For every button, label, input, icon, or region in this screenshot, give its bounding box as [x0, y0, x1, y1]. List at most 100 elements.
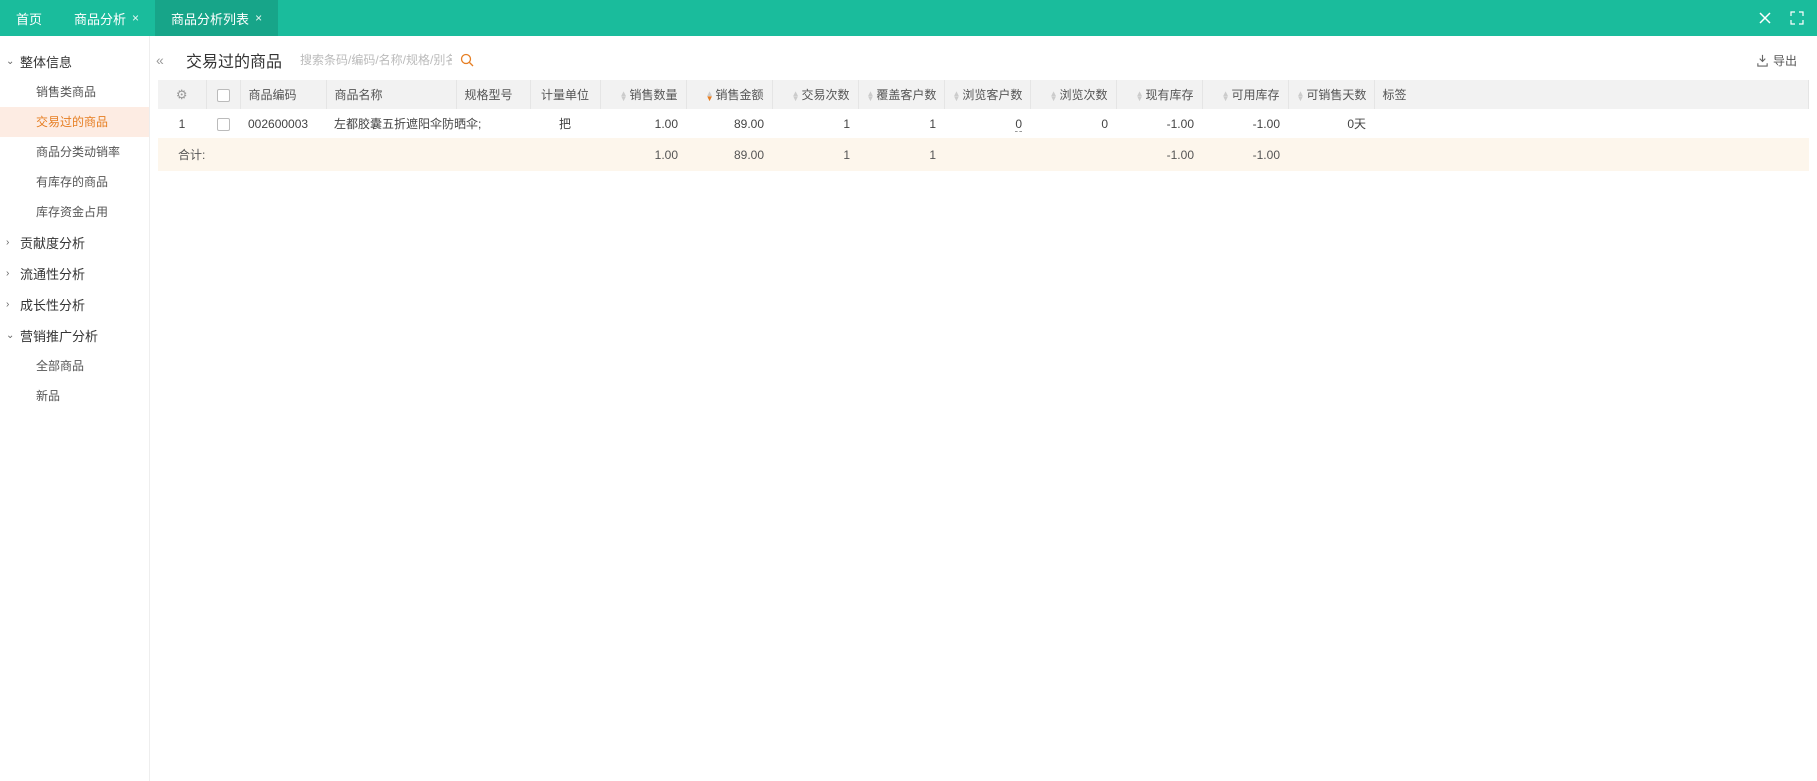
sort-icon[interactable]: ▲▼: [792, 91, 800, 101]
sort-icon[interactable]: ▲▼: [620, 91, 628, 101]
cell-tag: [1374, 109, 1809, 138]
totals-qty: 1.00: [600, 138, 686, 171]
totals-avail: -1.00: [1202, 138, 1288, 171]
tab-home[interactable]: 首页: [0, 0, 58, 36]
col-product-code[interactable]: 商品编码: [240, 80, 326, 109]
sort-icon[interactable]: ▲▼: [1297, 91, 1305, 101]
cell-stock: -1.00: [1116, 109, 1202, 138]
col-gear[interactable]: ⚙: [158, 80, 206, 109]
collapse-sidebar-icon[interactable]: «: [156, 52, 164, 68]
col-customers[interactable]: ▲▼覆盖客户数: [858, 80, 944, 109]
cell-amount: 89.00: [686, 109, 772, 138]
sidebar-group-label: 成长性分析: [20, 295, 85, 314]
totals-label: 合计:: [158, 138, 240, 171]
sidebar-item-sales-products[interactable]: 销售类商品: [0, 77, 149, 107]
sidebar-group-contribution[interactable]: › 贡献度分析: [0, 227, 149, 258]
col-tag[interactable]: 标签: [1374, 80, 1809, 109]
sidebar-item-new-products[interactable]: 新品: [0, 381, 149, 411]
export-icon: [1756, 54, 1769, 67]
chevron-right-icon: ›: [6, 299, 9, 310]
col-stock[interactable]: ▲▼现有库存: [1116, 80, 1202, 109]
cell-code: 002600003: [240, 109, 326, 138]
chevron-right-icon: ›: [6, 237, 9, 248]
search-input[interactable]: [296, 49, 476, 71]
tab-product-analysis[interactable]: 商品分析 ×: [58, 0, 155, 36]
sidebar-item-traded-products[interactable]: 交易过的商品: [0, 107, 149, 137]
sidebar-group-label: 流通性分析: [20, 264, 85, 283]
sort-icon[interactable]: ▲▼: [1050, 91, 1058, 101]
sidebar-item-all-products[interactable]: 全部商品: [0, 351, 149, 381]
page-title: 交易过的商品: [186, 48, 282, 72]
col-browse[interactable]: ▲▼浏览次数: [1030, 80, 1116, 109]
col-label: 商品名称: [335, 88, 383, 102]
totals-amount: 89.00: [686, 138, 772, 171]
page-header: 交易过的商品 导出: [150, 36, 1817, 80]
sort-icon[interactable]: ▲▼: [1222, 91, 1230, 101]
close-icon[interactable]: ×: [132, 11, 139, 25]
col-label: 浏览客户数: [962, 88, 1022, 102]
col-trades[interactable]: ▲▼交易次数: [772, 80, 858, 109]
col-qty[interactable]: ▲▼销售数量: [600, 80, 686, 109]
sort-icon[interactable]: ▲▼: [1136, 91, 1144, 101]
checkbox-row[interactable]: [217, 118, 230, 131]
main-content: « 交易过的商品 导出: [150, 36, 1817, 781]
col-days[interactable]: ▲▼可销售天数: [1288, 80, 1374, 109]
col-label: 计量单位: [541, 88, 589, 102]
search-wrap: [296, 49, 476, 71]
cell-trades: 1: [772, 109, 858, 138]
data-table: ⚙ 商品编码 商品名称 规格型号 计量单位 ▲▼销售数量 ▲▼销售金额 ▲▼交易…: [158, 80, 1809, 171]
sort-icon[interactable]: ▲▼: [867, 91, 875, 101]
totals-browse: [1030, 138, 1116, 171]
close-icon[interactable]: ×: [255, 11, 262, 25]
cell-browse-cust-value: 0: [1015, 117, 1022, 132]
col-label: 可销售天数: [1306, 88, 1366, 102]
sidebar-group-overview[interactable]: ⌄ 整体信息: [0, 46, 149, 77]
table-row[interactable]: 1 002600003 左都胶囊五折遮阳伞防晒伞; 把 1.00 89.00 1…: [158, 109, 1809, 138]
col-label: 商品编码: [249, 88, 297, 102]
col-label: 浏览次数: [1059, 88, 1107, 102]
totals-stock: -1.00: [1116, 138, 1202, 171]
sidebar-group-marketing[interactable]: ⌄ 营销推广分析: [0, 320, 149, 351]
sidebar-group-label: 营销推广分析: [20, 326, 98, 345]
cell-checkbox[interactable]: [206, 109, 240, 138]
tabs-bar: 首页 商品分析 × 商品分析列表 ×: [0, 0, 1817, 36]
cell-name: 左都胶囊五折遮阳伞防晒伞;: [326, 109, 456, 138]
col-unit[interactable]: 计量单位: [530, 80, 600, 109]
sidebar-item-stock-capital[interactable]: 库存资金占用: [0, 197, 149, 227]
cell-days: 0天: [1288, 109, 1374, 138]
checkbox-all[interactable]: [217, 89, 230, 102]
search-icon[interactable]: [460, 53, 474, 67]
tabs-right-controls: [1755, 0, 1817, 36]
sidebar-group-circulation[interactable]: › 流通性分析: [0, 258, 149, 289]
sort-icon[interactable]: ▲▼: [953, 91, 961, 101]
sidebar-group-label: 整体信息: [20, 52, 72, 71]
col-label: 覆盖客户数: [876, 88, 936, 102]
chevron-right-icon: ›: [6, 268, 9, 279]
cell-unit: 把: [530, 109, 600, 138]
totals-row: 合计: 1.00 89.00 1 1 -1.00 -1.00: [158, 138, 1809, 171]
totals-browse-cust: [944, 138, 1030, 171]
col-checkbox[interactable]: [206, 80, 240, 109]
col-product-name[interactable]: 商品名称: [326, 80, 456, 109]
fullscreen-icon[interactable]: [1787, 8, 1807, 28]
col-amount[interactable]: ▲▼销售金额: [686, 80, 772, 109]
close-all-icon[interactable]: [1755, 8, 1775, 28]
cell-browse-cust[interactable]: 0: [944, 109, 1030, 138]
col-label: 标签: [1383, 88, 1407, 102]
col-label: 交易次数: [801, 88, 849, 102]
cell-browse: 0: [1030, 109, 1116, 138]
col-label: 销售金额: [715, 88, 763, 102]
col-spec[interactable]: 规格型号: [456, 80, 530, 109]
tab-label: 商品分析列表: [171, 9, 249, 28]
sidebar-group-growth[interactable]: › 成长性分析: [0, 289, 149, 320]
sort-icon[interactable]: ▲▼: [706, 91, 714, 101]
export-button[interactable]: 导出: [1756, 52, 1797, 69]
gear-icon[interactable]: ⚙: [176, 87, 188, 102]
sidebar-item-category-rate[interactable]: 商品分类动销率: [0, 137, 149, 167]
tab-label: 首页: [16, 9, 42, 28]
col-browse-customers[interactable]: ▲▼浏览客户数: [944, 80, 1030, 109]
col-avail[interactable]: ▲▼可用库存: [1202, 80, 1288, 109]
cell-customers: 1: [858, 109, 944, 138]
sidebar-item-instock-products[interactable]: 有库存的商品: [0, 167, 149, 197]
tab-product-analysis-list[interactable]: 商品分析列表 ×: [155, 0, 278, 36]
